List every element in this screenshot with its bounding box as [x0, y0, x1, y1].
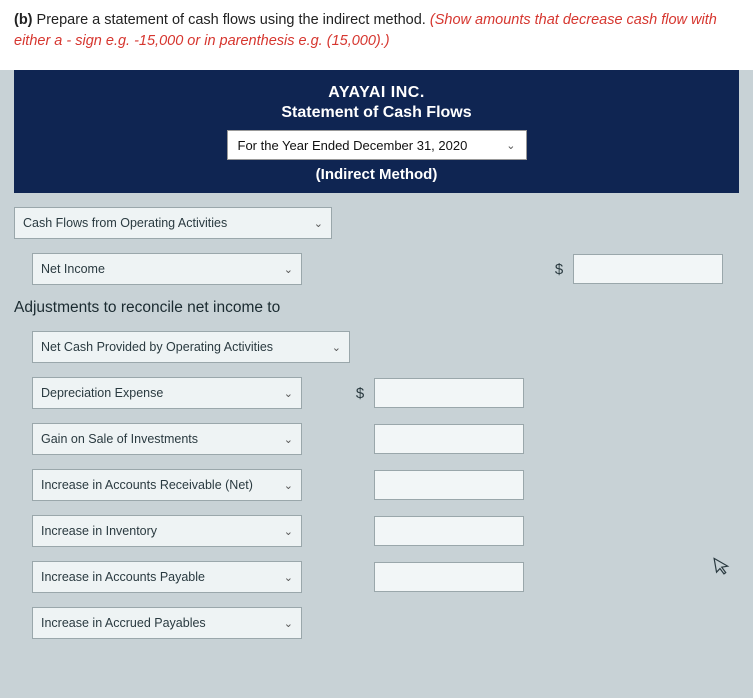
- chevron-down-icon: ⌄: [284, 525, 293, 538]
- dropdown-label: Cash Flows from Operating Activities: [23, 216, 227, 230]
- dropdown-section[interactable]: Cash Flows from Operating Activities ⌄: [14, 207, 332, 239]
- chevron-down-icon: ⌄: [284, 263, 293, 276]
- dropdown-ap-increase[interactable]: Increase in Accounts Payable ⌄: [32, 561, 302, 593]
- dropdown-net-income[interactable]: Net Income ⌄: [32, 253, 302, 285]
- instruction-black: Prepare a statement of cash flows using …: [33, 12, 430, 28]
- depreciation-amount-group: $: [352, 378, 524, 408]
- dropdown-label: Increase in Accrued Payables: [41, 616, 206, 630]
- input-ar-increase[interactable]: [374, 470, 524, 500]
- period-select-label: For the Year Ended December 31, 2020: [238, 138, 468, 153]
- row-inv-increase: Increase in Inventory ⌄ $: [14, 515, 739, 547]
- dropdown-label: Net Cash Provided by Operating Activitie…: [41, 340, 273, 354]
- row-gain-on-sale: Gain on Sale of Investments ⌄ $: [14, 423, 739, 455]
- input-depreciation[interactable]: [374, 378, 524, 408]
- row-section: Cash Flows from Operating Activities ⌄: [14, 207, 739, 239]
- row-ap-increase: Increase in Accounts Payable ⌄ $: [14, 561, 739, 593]
- dropdown-label: Increase in Accounts Receivable (Net): [41, 478, 253, 492]
- row-accrued-increase: Increase in Accrued Payables ⌄: [14, 607, 739, 639]
- statement-title: Statement of Cash Flows: [14, 104, 739, 122]
- method-label: (Indirect Method): [14, 166, 739, 183]
- statement-header: AYAYAI INC. Statement of Cash Flows For …: [14, 70, 739, 193]
- row-ar-increase: Increase in Accounts Receivable (Net) ⌄ …: [14, 469, 739, 501]
- dollar-sign: $: [551, 261, 567, 278]
- part-prefix: (b): [14, 12, 33, 28]
- row-net-cash-provided: Net Cash Provided by Operating Activitie…: [14, 331, 739, 363]
- input-ap-increase[interactable]: [374, 562, 524, 592]
- chevron-down-icon: ⌄: [284, 617, 293, 630]
- inv-amount-group: $: [352, 516, 524, 546]
- chevron-down-icon: ⌄: [284, 433, 293, 446]
- chevron-down-icon: ⌄: [314, 217, 323, 230]
- row-depreciation: Depreciation Expense ⌄ $: [14, 377, 739, 409]
- form-area: Cash Flows from Operating Activities ⌄ N…: [0, 193, 753, 639]
- company-name: AYAYAI INC.: [14, 84, 739, 102]
- gain-amount-group: $: [352, 424, 524, 454]
- chevron-down-icon: ⌄: [332, 341, 341, 354]
- instruction-bar: (b) Prepare a statement of cash flows us…: [0, 0, 753, 70]
- ar-amount-group: $: [352, 470, 524, 500]
- dropdown-gain-on-sale[interactable]: Gain on Sale of Investments ⌄: [32, 423, 302, 455]
- dropdown-depreciation[interactable]: Depreciation Expense ⌄: [32, 377, 302, 409]
- dropdown-label: Net Income: [41, 262, 105, 276]
- input-net-income[interactable]: [573, 254, 723, 284]
- row-net-income: Net Income ⌄ $: [14, 253, 739, 285]
- input-inv-increase[interactable]: [374, 516, 524, 546]
- adjustments-heading: Adjustments to reconcile net income to: [14, 299, 739, 317]
- dropdown-label: Depreciation Expense: [41, 386, 163, 400]
- dropdown-label: Gain on Sale of Investments: [41, 432, 198, 446]
- dropdown-label: Increase in Accounts Payable: [41, 570, 205, 584]
- chevron-down-icon: ⌄: [284, 479, 293, 492]
- net-income-amount-group: $: [551, 254, 739, 284]
- chevron-down-icon: ⌄: [506, 139, 515, 152]
- instruction-text: (b) Prepare a statement of cash flows us…: [14, 10, 739, 52]
- ap-amount-group: $: [352, 562, 524, 592]
- dollar-sign: $: [352, 385, 368, 402]
- chevron-down-icon: ⌄: [284, 387, 293, 400]
- input-gain-on-sale[interactable]: [374, 424, 524, 454]
- chevron-down-icon: ⌄: [284, 571, 293, 584]
- dropdown-inv-increase[interactable]: Increase in Inventory ⌄: [32, 515, 302, 547]
- dropdown-accrued-increase[interactable]: Increase in Accrued Payables ⌄: [32, 607, 302, 639]
- dropdown-ar-increase[interactable]: Increase in Accounts Receivable (Net) ⌄: [32, 469, 302, 501]
- dropdown-net-cash-provided[interactable]: Net Cash Provided by Operating Activitie…: [32, 331, 350, 363]
- period-select[interactable]: For the Year Ended December 31, 2020 ⌄: [227, 130, 527, 160]
- dropdown-label: Increase in Inventory: [41, 524, 157, 538]
